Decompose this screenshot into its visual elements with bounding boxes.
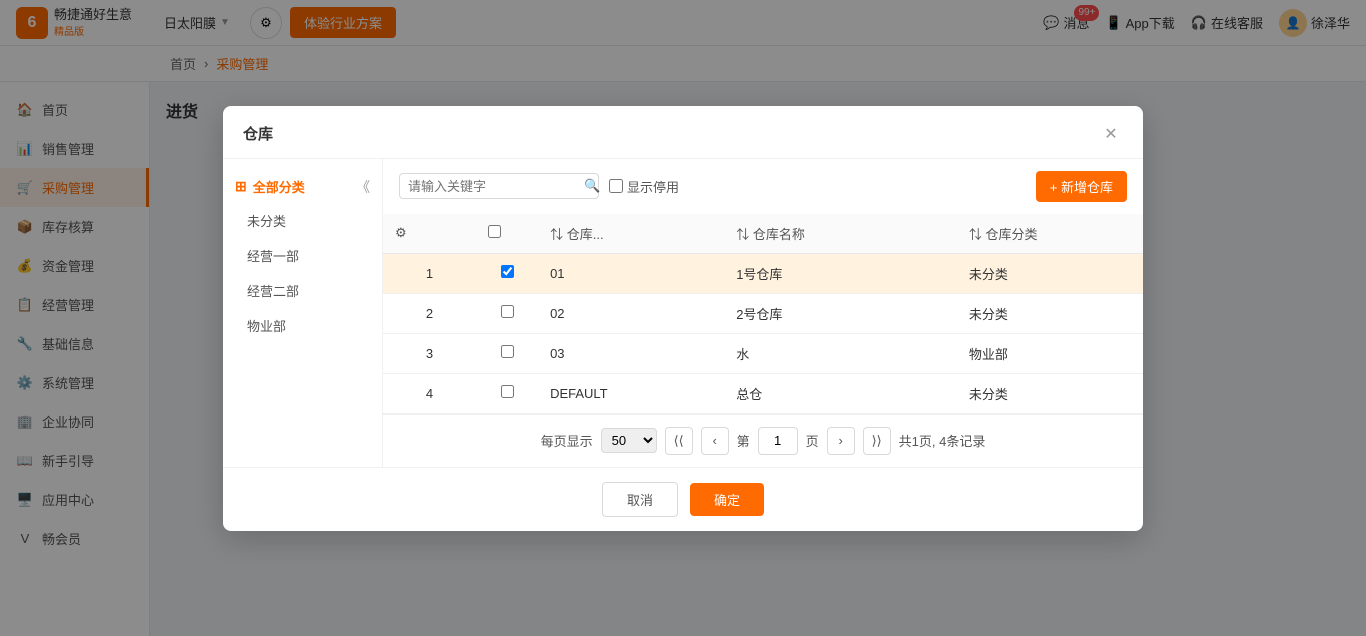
last-page-button[interactable]: ⟩⟩ [863, 427, 891, 455]
category-item-dept1[interactable]: 经营一部 [223, 238, 382, 273]
category-sidebar: ⊞ 全部分类 《 未分类 经营一部 经营二部 物业部 [223, 159, 383, 467]
modal-header: 仓库 ✕ [223, 106, 1143, 159]
category-item-unclassified[interactable]: 未分类 [223, 203, 382, 238]
cell-name: 水 [724, 333, 957, 373]
prev-page-button[interactable]: ‹ [701, 427, 729, 455]
cell-category: 未分类 [957, 293, 1143, 333]
category-item-dept2[interactable]: 经营二部 [223, 273, 382, 308]
sort-name-icon: ⇅ [736, 227, 749, 242]
table-row[interactable]: 3 03 水 物业部 [383, 333, 1143, 373]
col-header-no: ⚙ [383, 214, 476, 254]
cell-check[interactable] [476, 373, 538, 413]
col-header-category: ⇅ 仓库分类 [957, 214, 1143, 254]
table-row[interactable]: 1 01 1号仓库 未分类 [383, 253, 1143, 293]
table-toolbar: 🔍 显示停用 + 新增仓库 [383, 159, 1143, 214]
search-box: 🔍 [399, 173, 599, 199]
show-disabled-toggle[interactable]: 显示停用 [609, 177, 679, 196]
page-unit: 页 [806, 431, 819, 450]
page-number-input[interactable] [758, 427, 798, 455]
cell-code: DEFAULT [538, 373, 724, 413]
confirm-button[interactable]: 确定 [690, 483, 764, 516]
modal-overlay: 仓库 ✕ ⊞ 全部分类 《 未分类 经营一部 [0, 0, 1366, 636]
cell-no: 2 [383, 293, 476, 333]
sort-cat-icon: ⇅ [969, 227, 982, 242]
row-checkbox-3[interactable] [501, 385, 514, 398]
category-item-property[interactable]: 物业部 [223, 308, 382, 343]
cell-name: 1号仓库 [724, 253, 957, 293]
sort-code-icon: ⇅ [550, 227, 563, 242]
cell-code: 01 [538, 253, 724, 293]
next-page-button[interactable]: › [827, 427, 855, 455]
first-page-button[interactable]: ⟨⟨ [665, 427, 693, 455]
cell-check[interactable] [476, 333, 538, 373]
all-categories-button[interactable]: ⊞ 全部分类 [235, 177, 305, 196]
table-area: 🔍 显示停用 + 新增仓库 ⚙ [383, 159, 1143, 467]
per-page-label: 每页显示 [541, 431, 593, 450]
cell-category: 未分类 [957, 253, 1143, 293]
page-total: 共1页, 4条记录 [899, 431, 986, 450]
modal-close-button[interactable]: ✕ [1099, 122, 1123, 146]
category-header: ⊞ 全部分类 《 [223, 171, 382, 203]
cell-name: 总仓 [724, 373, 957, 413]
cell-no: 1 [383, 253, 476, 293]
cell-code: 03 [538, 333, 724, 373]
table-scroll-area: ⚙ ⇅ 仓库... ⇅ [383, 214, 1143, 414]
table-row[interactable]: 2 02 2号仓库 未分类 [383, 293, 1143, 333]
cell-name: 2号仓库 [724, 293, 957, 333]
modal-title: 仓库 [243, 123, 273, 144]
show-disabled-checkbox[interactable] [609, 179, 623, 193]
pagination: 每页显示 50 10 20 100 ⟨⟨ ‹ 第 页 › ⟩⟩ 共1页, 4条记… [383, 414, 1143, 467]
row-checkbox-1[interactable] [501, 305, 514, 318]
page-label: 第 [737, 431, 750, 450]
search-icon: 🔍 [584, 178, 600, 194]
warehouse-modal: 仓库 ✕ ⊞ 全部分类 《 未分类 经营一部 [223, 106, 1143, 531]
cell-no: 3 [383, 333, 476, 373]
cell-check[interactable] [476, 253, 538, 293]
table-row[interactable]: 4 DEFAULT 总仓 未分类 [383, 373, 1143, 413]
cell-category: 物业部 [957, 333, 1143, 373]
collapse-button[interactable]: 《 [356, 177, 370, 197]
row-checkbox-0[interactable] [501, 265, 514, 278]
grid-icon: ⊞ [235, 178, 247, 195]
cell-check[interactable] [476, 293, 538, 333]
search-input[interactable] [408, 179, 584, 194]
select-all-checkbox[interactable] [488, 225, 501, 238]
page-size-select[interactable]: 50 10 20 100 [601, 428, 657, 453]
settings-col-icon: ⚙ [395, 225, 407, 240]
col-header-check [476, 214, 538, 254]
add-warehouse-button[interactable]: + 新增仓库 [1036, 171, 1127, 202]
modal-body: ⊞ 全部分类 《 未分类 经营一部 经营二部 物业部 [223, 159, 1143, 467]
col-header-code: ⇅ 仓库... [538, 214, 724, 254]
warehouse-table: ⚙ ⇅ 仓库... ⇅ [383, 214, 1143, 414]
cancel-button[interactable]: 取消 [602, 482, 678, 517]
col-header-name: ⇅ 仓库名称 [724, 214, 957, 254]
cell-no: 4 [383, 373, 476, 413]
cell-code: 02 [538, 293, 724, 333]
row-checkbox-2[interactable] [501, 345, 514, 358]
cell-category: 未分类 [957, 373, 1143, 413]
modal-footer: 取消 确定 [223, 467, 1143, 531]
